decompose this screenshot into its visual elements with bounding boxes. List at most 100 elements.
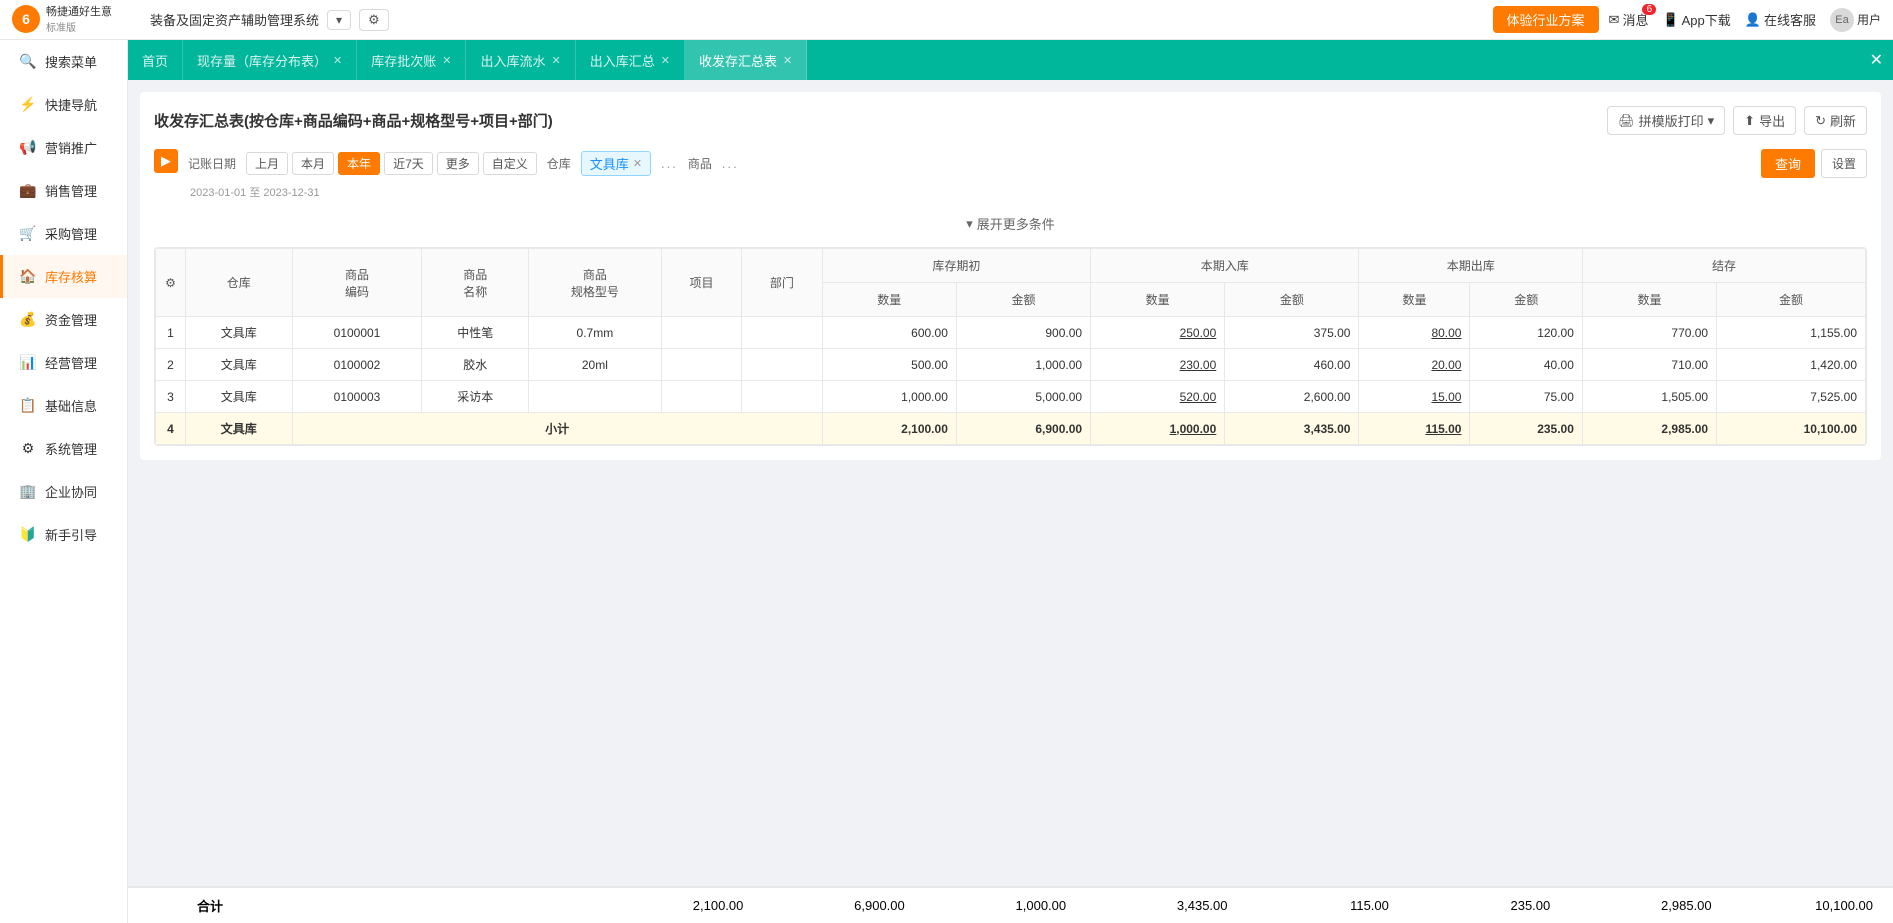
sidebar-item-system-label: 系统管理 [45,439,97,458]
warehouse-ellipsis[interactable]: ... [661,156,678,171]
tab-inout-summary-label: 出入库汇总 [590,51,655,70]
filter-toggle-btn[interactable]: ▶ [154,149,178,173]
expand-icon: ▾ [966,216,973,232]
tab-inout-flow[interactable]: 出入库流水 ✕ [466,40,575,80]
filter-settings-btn[interactable]: 设置 [1821,149,1867,178]
warehouse-tag: 文具库 ✕ [581,151,651,176]
subtotal-in-amt: 3,435.00 [1225,413,1359,445]
tab-stock-dist-close[interactable]: ✕ [333,54,342,67]
sidebar-item-guide[interactable]: 🔰 新手引导 [0,513,127,556]
footer-open-qty: 2,100.00 [590,898,751,913]
tab-recv-send[interactable]: 收发存汇总表 ✕ [685,40,807,80]
col-spec-header: 商品规格型号 [529,249,662,317]
col-in-amt-header: 金额 [1225,283,1359,317]
row-open-qty: 500.00 [822,349,956,381]
export-btn[interactable]: ⬆ 导出 [1733,106,1796,135]
row-out-amt: 75.00 [1470,381,1582,413]
row-spec [529,381,662,413]
col-code-header: 商品编码 [292,249,422,317]
row-name: 胶水 [422,349,529,381]
col-project-header: 项目 [661,249,741,317]
subtotal-in-qty[interactable]: 1,000.00 [1091,413,1225,445]
row-in-qty[interactable]: 250.00 [1091,317,1225,349]
tab-stock-dist[interactable]: 现存量（库存分布表） ✕ [183,40,357,80]
row-in-qty[interactable]: 520.00 [1091,381,1225,413]
row-in-qty[interactable]: 230.00 [1091,349,1225,381]
refresh-btn[interactable]: ↻ 刷新 [1804,106,1867,135]
warehouse-tag-close[interactable]: ✕ [633,157,642,170]
user-btn[interactable]: Ea 用户 [1830,8,1881,32]
sidebar-item-purchase[interactable]: 🛒 采购管理 [0,212,127,255]
col-open-qty-header: 数量 [822,283,956,317]
system-dropdown[interactable]: ▾ [327,10,351,30]
app-download-btn[interactable]: 📱 App下载 [1662,10,1730,29]
tab-batch[interactable]: 库存批次账 ✕ [357,40,466,80]
tab-home[interactable]: 首页 [128,40,183,80]
top-right-area: ✉ 消息 6 📱 App下载 👤 在线客服 Ea 用户 [1609,8,1881,32]
row-spec: 0.7mm [529,317,662,349]
tab-batch-close[interactable]: ✕ [442,54,451,67]
operation-icon: 📊 [19,354,37,371]
col-open-header: 库存期初 [822,249,1090,283]
col-dept-header: 部门 [742,249,822,317]
date-options: 上月 本月 本年 近7天 更多 自定义 [246,152,537,175]
table-row: 1 文具库 0100001 中性笔 0.7mm 600.00 900.00 25… [156,317,1866,349]
date-btn-this-month[interactable]: 本月 [292,152,334,175]
subtotal-out-qty[interactable]: 115.00 [1359,413,1470,445]
query-btn[interactable]: 查询 [1761,149,1815,178]
subtotal-row: 4 文具库 小计 2,100.00 6,900.00 1,000.00 3,43… [156,413,1866,445]
sidebar-item-enterprise[interactable]: 🏢 企业协同 [0,470,127,513]
tab-inout-summary-close[interactable]: ✕ [661,54,670,67]
row-out-qty[interactable]: 15.00 [1359,381,1470,413]
trial-btn[interactable]: 体验行业方案 [1493,6,1599,33]
online-service-btn[interactable]: 👤 在线客服 [1745,10,1816,29]
sales-icon: 💼 [19,182,37,199]
sidebar-item-quick[interactable]: ⚡ 快捷导航 [0,83,127,126]
sidebar-item-operation[interactable]: 📊 经营管理 [0,341,127,384]
inventory-icon: 🏠 [19,268,37,285]
col-settings-header[interactable]: ⚙ [156,249,186,317]
online-service-label: 在线客服 [1764,10,1816,29]
date-btn-7days[interactable]: 近7天 [384,152,433,175]
goods-ellipsis[interactable]: ... [722,156,739,171]
filter-wrapper: ▶ 记账日期 上月 本月 本年 近7天 更多 自定义 [154,149,1867,200]
tab-inout-flow-close[interactable]: ✕ [552,54,561,67]
date-btn-custom[interactable]: 自定义 [483,152,537,175]
sidebar-item-marketing[interactable]: 📢 营销推广 [0,126,127,169]
row-in-amt: 375.00 [1225,317,1359,349]
row-out-qty[interactable]: 80.00 [1359,317,1470,349]
date-btn-this-year[interactable]: 本年 [338,152,380,175]
gear-btn[interactable]: ⚙ [359,9,389,31]
download-icon: 📱 [1662,12,1678,28]
col-close-amt-header: 金额 [1717,283,1866,317]
row-close-amt: 7,525.00 [1717,381,1866,413]
tab-recv-send-close[interactable]: ✕ [783,54,792,67]
sidebar-item-inventory[interactable]: 🏠 库存核算 [0,255,127,298]
app-download-label: App下载 [1682,10,1731,29]
subtotal-out-amt: 235.00 [1470,413,1582,445]
row-spec: 20ml [529,349,662,381]
tab-bar-close-btn[interactable]: ✕ [1870,52,1883,69]
header-actions: 🖨 拼模版打印 ▾ ⬆ 导出 ↻ 刷新 [1607,106,1867,135]
tab-inout-summary[interactable]: 出入库汇总 ✕ [576,40,685,80]
top-bar: 6 畅捷通好生意 标准版 装备及固定资产辅助管理系统 ▾ ⚙ 体验行业方案 ✉ … [0,0,1893,40]
sidebar-item-marketing-label: 营销推广 [45,138,97,157]
sidebar-item-operation-label: 经营管理 [45,353,97,372]
col-warehouse-header: 仓库 [186,249,293,317]
tab-stock-dist-label: 现存量（库存分布表） [197,51,327,70]
sidebar-item-search[interactable]: 🔍 搜索菜单 [0,40,127,83]
message-btn[interactable]: ✉ 消息 6 [1609,10,1649,29]
row-out-qty[interactable]: 20.00 [1359,349,1470,381]
date-btn-more[interactable]: 更多 [437,152,479,175]
sidebar-item-basic[interactable]: 📋 基础信息 [0,384,127,427]
refresh-icon: ↻ [1815,113,1826,129]
print-btn[interactable]: 🖨 拼模版打印 ▾ [1607,106,1725,135]
sidebar-item-finance[interactable]: 💰 资金管理 [0,298,127,341]
sidebar-item-system[interactable]: ⚙ 系统管理 [0,427,127,470]
expand-more-btn[interactable]: ▾ 展开更多条件 [154,208,1867,239]
date-btn-last-month[interactable]: 上月 [246,152,288,175]
sidebar-item-finance-label: 资金管理 [45,310,97,329]
table-row: 2 文具库 0100002 胶水 20ml 500.00 1,000.00 23… [156,349,1866,381]
sidebar-item-sales[interactable]: 💼 销售管理 [0,169,127,212]
sidebar-item-sales-label: 销售管理 [45,181,97,200]
